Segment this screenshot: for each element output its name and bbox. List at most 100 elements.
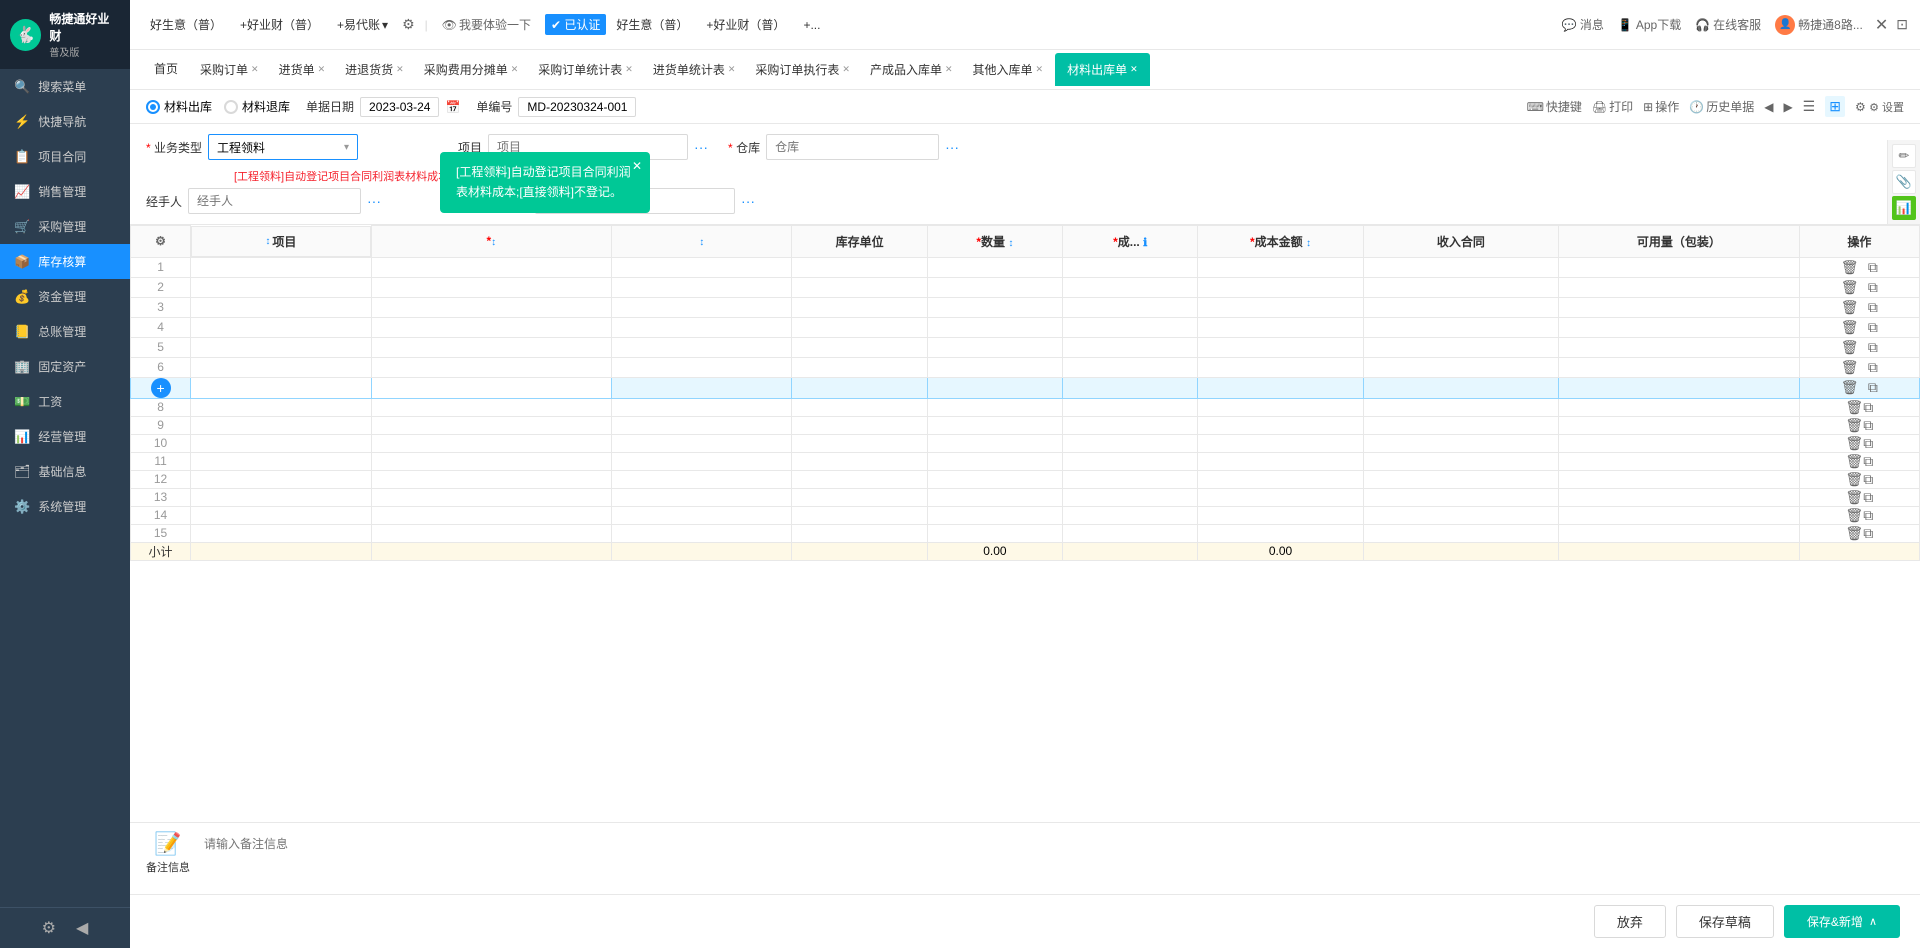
copy-row-btn[interactable]: ⧉ [1863, 525, 1873, 542]
row-spec[interactable] [612, 337, 792, 357]
row-available[interactable] [1559, 337, 1800, 357]
row-income-contract[interactable] [1363, 277, 1558, 297]
row-amount[interactable] [1198, 317, 1363, 337]
row-material[interactable] [371, 337, 612, 357]
row-cost[interactable] [1063, 297, 1198, 317]
tab-material-out[interactable]: 材料出库单 ✕ [1055, 53, 1150, 86]
row-cost[interactable] [1063, 377, 1198, 398]
row-unit[interactable] [792, 357, 927, 377]
sidebar-item-basic[interactable]: 🗂 基础信息 [0, 454, 130, 489]
row-spec[interactable] [612, 377, 792, 398]
tab-close-icon-active[interactable]: ✕ [1130, 64, 1138, 75]
row-quantity[interactable] [927, 357, 1062, 377]
tooltip-close-btn[interactable]: ✕ [632, 156, 642, 176]
row-amount[interactable] [1198, 377, 1363, 398]
delete-row-btn[interactable]: 🗑 [1845, 525, 1863, 542]
tab-close-icon[interactable]: ✕ [728, 64, 736, 75]
copy-row-btn[interactable]: ⧉ [1863, 489, 1873, 506]
delete-row-btn[interactable]: 🗑 [1845, 489, 1863, 506]
row-cost[interactable] [1063, 337, 1198, 357]
tab-incoming[interactable]: 进货单 ✕ [269, 53, 336, 86]
row-income-contract[interactable] [1363, 357, 1558, 377]
copy-row-btn[interactable]: ⧉ [1865, 338, 1881, 357]
shortcut-btn[interactable]: ⌨ 快捷键 [1527, 98, 1582, 115]
topbar-nav-item-haoyecai2[interactable]: +好业财（普） [698, 12, 793, 37]
agent-input[interactable] [188, 188, 361, 214]
row-spec[interactable] [612, 277, 792, 297]
delete-row-btn[interactable]: 🗑 [1838, 298, 1862, 317]
row-amount[interactable] [1198, 277, 1363, 297]
topbar-nav-item-haoshengyi2[interactable]: 好生意（普） [608, 12, 696, 37]
delete-row-btn[interactable]: 🗑 [1838, 258, 1862, 277]
income-contract-dots-btn[interactable]: ··· [741, 193, 755, 209]
row-project[interactable] [191, 257, 371, 277]
copy-row-btn[interactable]: ⧉ [1863, 507, 1873, 524]
add-row-btn[interactable]: + [151, 378, 171, 398]
copy-row-btn[interactable]: ⧉ [1865, 278, 1881, 297]
notes-input[interactable] [200, 831, 1904, 886]
copy-row-btn[interactable]: ⧉ [1863, 417, 1873, 434]
tab-purchase-stat[interactable]: 采购订单统计表 ✕ [528, 53, 643, 86]
copy-row-btn[interactable]: ⧉ [1865, 358, 1881, 377]
row-quantity[interactable] [927, 277, 1062, 297]
tab-incoming-stat[interactable]: 进货单统计表 ✕ [643, 53, 746, 86]
row-unit[interactable] [792, 337, 927, 357]
row-amount[interactable] [1198, 337, 1363, 357]
tab-home[interactable]: 首页 [142, 52, 190, 87]
discard-btn[interactable]: 放弃 [1594, 905, 1666, 938]
row-amount[interactable] [1198, 297, 1363, 317]
radio-material-return[interactable]: 材料退库 [224, 98, 290, 115]
row-amount[interactable] [1198, 357, 1363, 377]
table-settings-btn[interactable]: ⚙ ⚙ 设置 [1855, 99, 1904, 115]
warehouse-dots-btn[interactable]: ··· [945, 139, 959, 155]
operation-btn[interactable]: ⊞ 操作 [1643, 98, 1679, 115]
row-material[interactable] [371, 277, 612, 297]
delete-row-btn[interactable]: 🗑 [1845, 453, 1863, 470]
row-income-contract[interactable] [1363, 317, 1558, 337]
row-unit[interactable] [792, 377, 927, 398]
agent-dots-btn[interactable]: ··· [367, 193, 381, 209]
tab-close-icon[interactable]: ✕ [842, 64, 850, 75]
tab-close-icon[interactable]: ✕ [396, 64, 404, 75]
row-spec[interactable] [612, 257, 792, 277]
calendar-icon[interactable]: 📅 [445, 100, 460, 114]
row-income-contract[interactable] [1363, 377, 1558, 398]
sidebar-item-quick-nav[interactable]: ⚡ 快捷导航 [0, 104, 130, 139]
tab-incoming-return[interactable]: 进退货货 ✕ [335, 53, 414, 86]
sidebar-item-finance[interactable]: 💰 资金管理 [0, 279, 130, 314]
sidebar-item-sales[interactable]: 📈 销售管理 [0, 174, 130, 209]
th-settings[interactable]: ⚙ [131, 226, 191, 258]
doc-number-value[interactable]: MD-20230324-001 [518, 97, 636, 117]
window-maximize-btn[interactable]: ⊡ [1896, 16, 1908, 33]
print-btn[interactable]: 🖨 打印 [1592, 98, 1633, 115]
row-available[interactable] [1559, 277, 1800, 297]
app-download-btn[interactable]: 📱 App下载 [1618, 16, 1681, 33]
tab-close-icon[interactable]: ✕ [1036, 64, 1044, 75]
copy-row-btn[interactable]: ⧉ [1865, 258, 1881, 277]
row-project[interactable] [191, 377, 371, 398]
row-unit[interactable] [792, 297, 927, 317]
right-icon-edit[interactable]: ✏ [1892, 144, 1916, 168]
history-btn[interactable]: 🕐 历史单据 [1689, 98, 1754, 115]
row-cost[interactable] [1063, 317, 1198, 337]
row-material[interactable] [371, 317, 612, 337]
row-quantity[interactable] [927, 377, 1062, 398]
tab-close-icon[interactable]: ✕ [625, 64, 633, 75]
tab-purchase-exec[interactable]: 采购订单执行表 ✕ [745, 53, 860, 86]
row-available[interactable] [1559, 357, 1800, 377]
row-spec[interactable] [612, 357, 792, 377]
copy-row-btn[interactable]: ⧉ [1863, 435, 1873, 452]
tab-close-icon[interactable]: ✕ [251, 64, 259, 75]
save-new-btn[interactable]: 保存&新增 ∧ [1784, 905, 1900, 938]
sidebar-item-system[interactable]: ⚙️ 系统管理 [0, 489, 130, 524]
row-cost[interactable] [1063, 357, 1198, 377]
row-unit[interactable] [792, 277, 927, 297]
topbar-settings-icon[interactable]: ⚙ [398, 12, 419, 37]
topbar-experience[interactable]: 👁 我要体验一下 [434, 12, 539, 37]
right-icon-clip[interactable]: 📎 [1892, 170, 1916, 194]
sidebar-item-assets[interactable]: 🏢 固定资产 [0, 349, 130, 384]
row-available[interactable] [1559, 377, 1800, 398]
copy-row-btn[interactable]: ⧉ [1863, 471, 1873, 488]
warehouse-input[interactable] [766, 134, 939, 160]
row-project[interactable] [191, 317, 371, 337]
